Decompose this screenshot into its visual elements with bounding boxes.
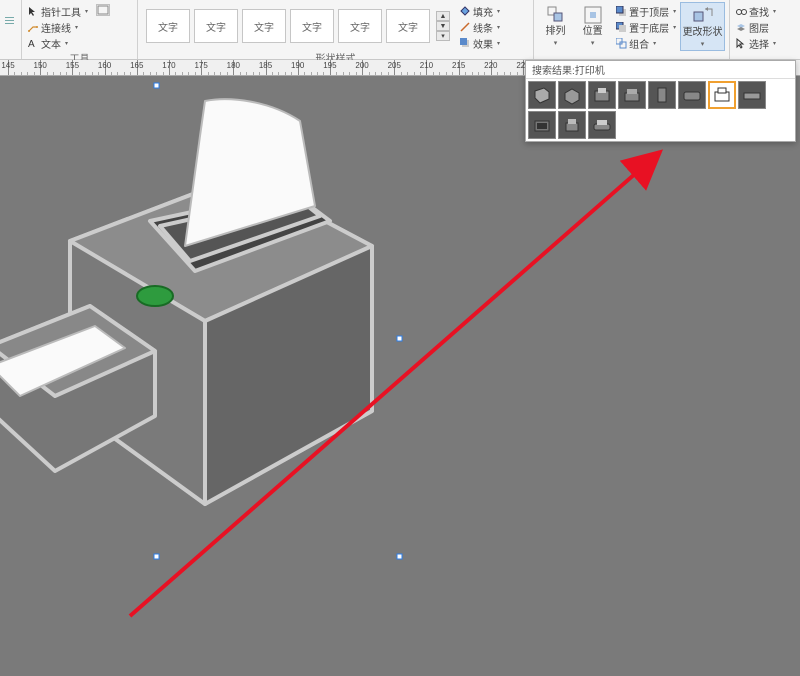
result-thumb-8[interactable] bbox=[738, 81, 766, 109]
ruler-mark: 205 bbox=[388, 61, 401, 70]
change-shape-icon bbox=[693, 6, 713, 26]
result-thumb-6[interactable] bbox=[678, 81, 706, 109]
result-thumb-2[interactable] bbox=[558, 81, 586, 109]
search-results-grid bbox=[526, 79, 795, 141]
effect-dropdown-icon: ▾ bbox=[497, 40, 500, 47]
line-icon bbox=[460, 22, 471, 33]
connector-label: 连接线 bbox=[41, 20, 71, 35]
ruler-mark: 215 bbox=[452, 61, 465, 70]
text-dropdown-icon: ▾ bbox=[65, 40, 68, 47]
result-thumb-11[interactable] bbox=[588, 111, 616, 139]
layers-button[interactable]: 图层 bbox=[734, 20, 778, 34]
connector-dropdown-icon: ▾ bbox=[75, 24, 78, 31]
layers-icon bbox=[736, 22, 747, 33]
ruler-mark: 185 bbox=[259, 61, 272, 70]
pointer-tool[interactable]: 指针工具 ▾ bbox=[26, 4, 90, 18]
result-thumb-5[interactable] bbox=[648, 81, 676, 109]
search-results-header: 搜索结果: 打印机 bbox=[526, 61, 795, 79]
printer-shape bbox=[0, 99, 372, 504]
ruler-mark: 155 bbox=[66, 61, 79, 70]
pointer-label: 指针工具 bbox=[41, 4, 81, 19]
svg-text:A: A bbox=[28, 39, 35, 49]
fill-dropdown-icon: ▾ bbox=[497, 8, 500, 15]
bring-front-button[interactable]: 置于顶层 ▾ bbox=[614, 4, 678, 18]
text-icon: A bbox=[28, 38, 39, 49]
connector-tool[interactable]: 连接线 ▾ bbox=[26, 20, 90, 34]
ribbon-group-arrange: 排列▾ 位置▾ 置于顶层 ▾ 置于底层 ▾ 组合 bbox=[534, 0, 730, 59]
send-back-button[interactable]: 置于底层 ▾ bbox=[614, 20, 678, 34]
effect-button[interactable]: 效果 ▾ bbox=[458, 36, 502, 50]
ruler-mark: 195 bbox=[323, 61, 336, 70]
style-swatch-5[interactable]: 文字 bbox=[338, 9, 382, 43]
ruler-mark: 175 bbox=[194, 61, 207, 70]
effect-icon bbox=[460, 38, 471, 49]
shape-search-popup: 搜索结果: 打印机 bbox=[525, 60, 796, 142]
style-swatch-1[interactable]: 文字 bbox=[146, 9, 190, 43]
ruler-mark: 170 bbox=[162, 61, 175, 70]
ruler-mark: 190 bbox=[291, 61, 304, 70]
position-button[interactable]: 位置▾ bbox=[575, 2, 610, 49]
result-thumb-9[interactable] bbox=[528, 111, 556, 139]
find-button[interactable]: 查找 ▾ bbox=[734, 4, 778, 18]
group-icon bbox=[616, 38, 627, 49]
rect-shape-icon[interactable] bbox=[96, 4, 110, 16]
style-swatch-4[interactable]: 文字 bbox=[290, 9, 334, 43]
ruler-mark: 180 bbox=[227, 61, 240, 70]
ruler-mark: 165 bbox=[130, 61, 143, 70]
group-button[interactable]: 组合 ▾ bbox=[614, 36, 678, 50]
style-swatch-2[interactable]: 文字 bbox=[194, 9, 238, 43]
indent-icon[interactable] bbox=[4, 16, 15, 27]
gallery-more-icon[interactable]: ▾ bbox=[436, 31, 450, 41]
ruler-mark: 150 bbox=[34, 61, 47, 70]
result-thumb-1[interactable] bbox=[528, 81, 556, 109]
connector-icon bbox=[28, 22, 39, 33]
drawing-canvas[interactable] bbox=[0, 76, 800, 629]
front-icon bbox=[616, 6, 627, 17]
ribbon-group-tools: 指针工具 ▾ 连接线 ▾ A 文本 ▾ bbox=[22, 0, 138, 59]
select-pointer-icon bbox=[736, 38, 747, 49]
back-icon bbox=[616, 22, 627, 33]
ruler-mark: 160 bbox=[98, 61, 111, 70]
text-label: 文本 bbox=[41, 36, 61, 51]
fill-icon bbox=[460, 6, 471, 17]
fill-button[interactable]: 填充 ▾ bbox=[458, 4, 502, 18]
ribbon: 指针工具 ▾ 连接线 ▾ A 文本 ▾ bbox=[0, 0, 800, 60]
arrange-icon bbox=[546, 5, 566, 25]
position-icon bbox=[583, 5, 603, 25]
gallery-up-icon[interactable]: ▲ bbox=[436, 11, 450, 21]
arrange-button[interactable]: 排列▾ bbox=[538, 2, 573, 49]
style-gallery-nav: ▲ ▼ ▾ bbox=[436, 7, 450, 45]
line-button[interactable]: 线条 ▾ bbox=[458, 20, 502, 34]
change-shape-button[interactable]: 更改形状▾ bbox=[680, 2, 725, 51]
style-gallery[interactable]: 文字 文字 文字 文字 文字 文字 bbox=[142, 5, 434, 47]
gallery-down-icon[interactable]: ▼ bbox=[436, 21, 450, 31]
style-swatch-3[interactable]: 文字 bbox=[242, 9, 286, 43]
result-thumb-10[interactable] bbox=[558, 111, 586, 139]
ruler-mark: 220 bbox=[484, 61, 497, 70]
binoculars-icon bbox=[736, 6, 747, 17]
pointer-dropdown-icon: ▾ bbox=[85, 8, 88, 15]
ruler-mark: 145 bbox=[1, 61, 14, 70]
result-thumb-3[interactable] bbox=[588, 81, 616, 109]
ruler-mark: 210 bbox=[420, 61, 433, 70]
result-thumb-4[interactable] bbox=[618, 81, 646, 109]
select-button[interactable]: 选择 ▾ bbox=[734, 36, 778, 50]
line-dropdown-icon: ▾ bbox=[497, 24, 500, 31]
pointer-icon bbox=[28, 6, 39, 17]
canvas-svg bbox=[0, 76, 800, 676]
style-swatch-6[interactable]: 文字 bbox=[386, 9, 430, 43]
ribbon-group-shape-styles: 文字 文字 文字 文字 文字 文字 ▲ ▼ ▾ 填充 ▾ bbox=[138, 0, 534, 59]
ribbon-group-left-frag bbox=[0, 0, 22, 59]
ruler-mark: 200 bbox=[355, 61, 368, 70]
text-tool[interactable]: A 文本 ▾ bbox=[26, 36, 90, 50]
result-thumb-7[interactable] bbox=[708, 81, 736, 109]
ribbon-group-edit: 查找 ▾ 图层 选择 ▾ bbox=[730, 0, 800, 59]
